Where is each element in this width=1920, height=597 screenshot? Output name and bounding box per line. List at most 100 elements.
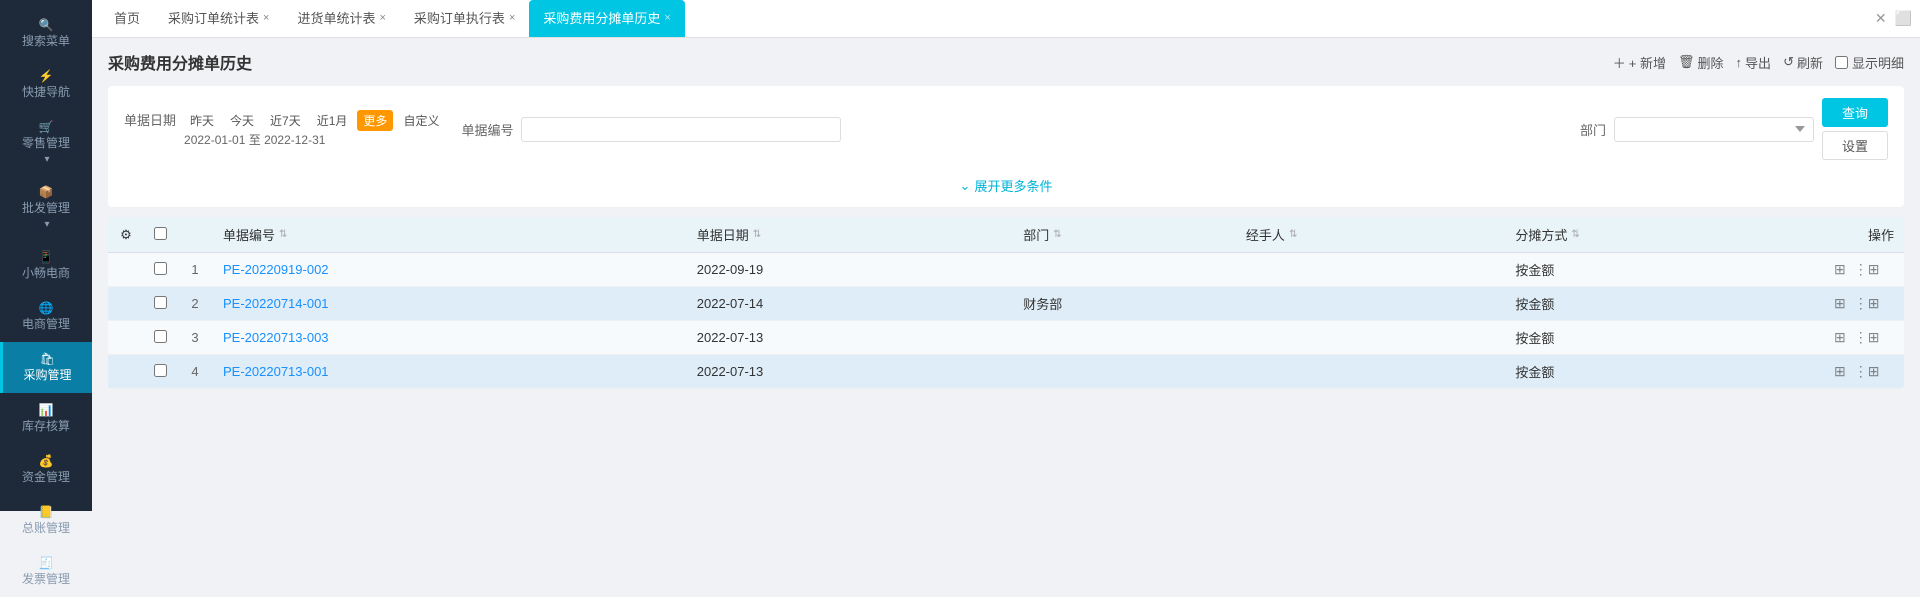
th-ops-label: 操作 [1868, 228, 1894, 243]
cell-doc-date-2: 2022-07-13 [687, 321, 1013, 355]
row-checkbox-2[interactable] [154, 330, 167, 343]
th-settings: ⚙ [108, 217, 144, 253]
sort-doc-no-icon[interactable]: ⇅ [279, 229, 287, 240]
view-icon-3[interactable]: ⊞ [1834, 363, 1846, 380]
yesterday-btn[interactable]: 昨天 [184, 110, 220, 131]
delete-label: 删除 [1698, 53, 1724, 72]
view-icon-2[interactable]: ⊞ [1834, 329, 1846, 346]
th-handler: 经手人 ⇅ [1236, 217, 1505, 253]
sidebar-item-invoice[interactable]: 🧾 发票管理 [0, 546, 92, 597]
sidebar-item-ecommerce[interactable]: 🌐 电商管理 [0, 291, 92, 342]
doc-no-link-3[interactable]: PE-20220713-001 [223, 364, 329, 379]
sidebar-item-label: 电商管理 [4, 315, 88, 332]
more-icon-2[interactable]: ⋮⊞ [1854, 329, 1880, 346]
tab-purchase-order-stats-close[interactable]: × [263, 12, 269, 24]
query-button[interactable]: 查询 [1822, 98, 1888, 127]
docno-filter-input[interactable] [521, 117, 841, 142]
main-content: 首页 采购订单统计表 × 进货单统计表 × 采购订单执行表 × 采购费用分摊单历… [92, 0, 1920, 511]
more-icon-1[interactable]: ⋮⊞ [1854, 295, 1880, 312]
sidebar-item-search[interactable]: 🔍 搜索菜单 [0, 8, 92, 59]
sidebar-item-inventory[interactable]: 📊 库存核算 [0, 393, 92, 444]
ledger-icon: 📒 [4, 505, 88, 519]
tab-purchase-order-exec-close[interactable]: × [509, 12, 515, 24]
sort-doc-date-icon[interactable]: ⇅ [753, 229, 761, 240]
cell-doc-no-2: PE-20220713-003 [213, 321, 687, 355]
refresh-label: 刷新 [1797, 53, 1823, 72]
more-icon-0[interactable]: ⋮⊞ [1854, 261, 1880, 278]
expand-more-btn[interactable]: ⌄ 展开更多条件 [960, 176, 1053, 195]
sidebar-item-ledger[interactable]: 📒 总账管理 [0, 495, 92, 546]
more-date-btn[interactable]: 更多 [357, 110, 393, 131]
th-doc-no: 单据编号 ⇅ [213, 217, 687, 253]
doc-no-link-0[interactable]: PE-20220919-002 [223, 262, 329, 277]
sidebar-item-wholesale[interactable]: 📦 批发管理 [0, 175, 92, 240]
last1month-btn[interactable]: 近1月 [311, 110, 354, 131]
export-button[interactable]: ↑ 导出 [1736, 53, 1772, 72]
invoice-icon: 🧾 [4, 556, 88, 570]
sort-dept-icon[interactable]: ⇅ [1053, 229, 1061, 240]
row-checkbox-1[interactable] [154, 296, 167, 309]
th-ops: 操作 [1824, 217, 1904, 253]
row-checkbox-0[interactable] [154, 262, 167, 275]
sidebar-item-finance[interactable]: 💰 资金管理 [0, 444, 92, 495]
tab-purchase-cost-split[interactable]: 采购费用分摊单历史 × [529, 0, 684, 37]
sidebar-item-miniapp[interactable]: 📱 小畅电商 [0, 240, 92, 291]
tab-purchase-receipt-stats[interactable]: 进货单统计表 × [283, 0, 399, 37]
inventory-icon: 📊 [4, 403, 88, 417]
export-icon: ↑ [1736, 55, 1743, 70]
tab-purchase-cost-split-close[interactable]: × [664, 12, 670, 24]
refresh-button[interactable]: ↺ 刷新 [1783, 53, 1823, 72]
tab-purchase-order-exec[interactable]: 采购订单执行表 × [400, 0, 529, 37]
action-buttons: 查询 设置 [1822, 98, 1888, 160]
sort-split-method-icon[interactable]: ⇅ [1571, 229, 1579, 240]
view-icon-1[interactable]: ⊞ [1834, 295, 1846, 312]
settings-button[interactable]: 设置 [1822, 131, 1888, 160]
add-button[interactable]: ＋ + 新增 [1613, 53, 1666, 72]
sidebar-item-label: 库存核算 [4, 417, 88, 434]
close-window-icon[interactable]: ✕ [1875, 10, 1887, 27]
doc-no-link-2[interactable]: PE-20220713-003 [223, 330, 329, 345]
th-dept: 部门 ⇅ [1013, 217, 1236, 253]
page-content: 采购费用分摊单历史 ＋ + 新增 🗑 删除 ↑ 导出 ↺ 刷新 [92, 38, 1920, 511]
custom-date-btn[interactable]: 自定义 [397, 110, 445, 131]
today-btn[interactable]: 今天 [224, 110, 260, 131]
sidebar-item-purchase[interactable]: 🛍 采购管理 [0, 342, 92, 393]
expand-label: 展开更多条件 [974, 176, 1052, 195]
sidebar-item-retail[interactable]: 🛒 零售管理 [0, 110, 92, 175]
dept-filter-select[interactable]: 财务部 [1614, 117, 1814, 142]
add-label: + 新增 [1629, 53, 1666, 72]
view-icon-0[interactable]: ⊞ [1834, 261, 1846, 278]
dept-filter-group: 部门 财务部 查询 设置 [1580, 98, 1888, 160]
doc-no-link-1[interactable]: PE-20220714-001 [223, 296, 329, 311]
page-header: 采购费用分摊单历史 ＋ + 新增 🗑 删除 ↑ 导出 ↺ 刷新 [108, 50, 1904, 74]
ecommerce-icon: 🌐 [4, 301, 88, 315]
table-row: 4 PE-20220713-001 2022-07-13 按金额 ⊞ ⋮⊞ [108, 355, 1904, 389]
delete-button[interactable]: 🗑 删除 [1678, 53, 1724, 72]
sidebar-item-label: 采购管理 [7, 366, 88, 383]
more-icon-3[interactable]: ⋮⊞ [1854, 363, 1880, 380]
cell-handler-2 [1236, 321, 1505, 355]
select-all-checkbox[interactable] [154, 227, 167, 240]
cell-split-method-1: 按金额 [1505, 287, 1824, 321]
cell-dept-1: 财务部 [1013, 287, 1236, 321]
tab-home[interactable]: 首页 [100, 0, 154, 37]
page-title: 采购费用分摊单历史 [108, 50, 252, 74]
settings-th-icon[interactable]: ⚙ [120, 227, 132, 242]
tab-purchase-receipt-stats-close[interactable]: × [379, 12, 385, 24]
maximize-window-icon[interactable]: ⬜ [1895, 10, 1912, 27]
wholesale-icon: 📦 [4, 185, 88, 199]
th-num [177, 217, 213, 253]
show-columns-toggle[interactable]: 显示明细 [1835, 53, 1904, 72]
tab-purchase-order-stats[interactable]: 采购订单统计表 × [154, 0, 283, 37]
miniapp-icon: 📱 [4, 250, 88, 264]
last7days-btn[interactable]: 近7天 [264, 110, 307, 131]
add-icon: ＋ [1613, 53, 1626, 72]
row-checkbox-3[interactable] [154, 364, 167, 377]
docno-filter-label: 单据编号 [461, 120, 513, 139]
sort-handler-icon[interactable]: ⇅ [1289, 229, 1297, 240]
cell-handler-1 [1236, 287, 1505, 321]
expand-icon: ⌄ [960, 178, 971, 194]
docno-filter-group: 单据编号 [461, 117, 841, 142]
sidebar-item-quicknav[interactable]: ⚡ 快捷导航 [0, 59, 92, 110]
show-columns-checkbox[interactable] [1835, 56, 1848, 69]
